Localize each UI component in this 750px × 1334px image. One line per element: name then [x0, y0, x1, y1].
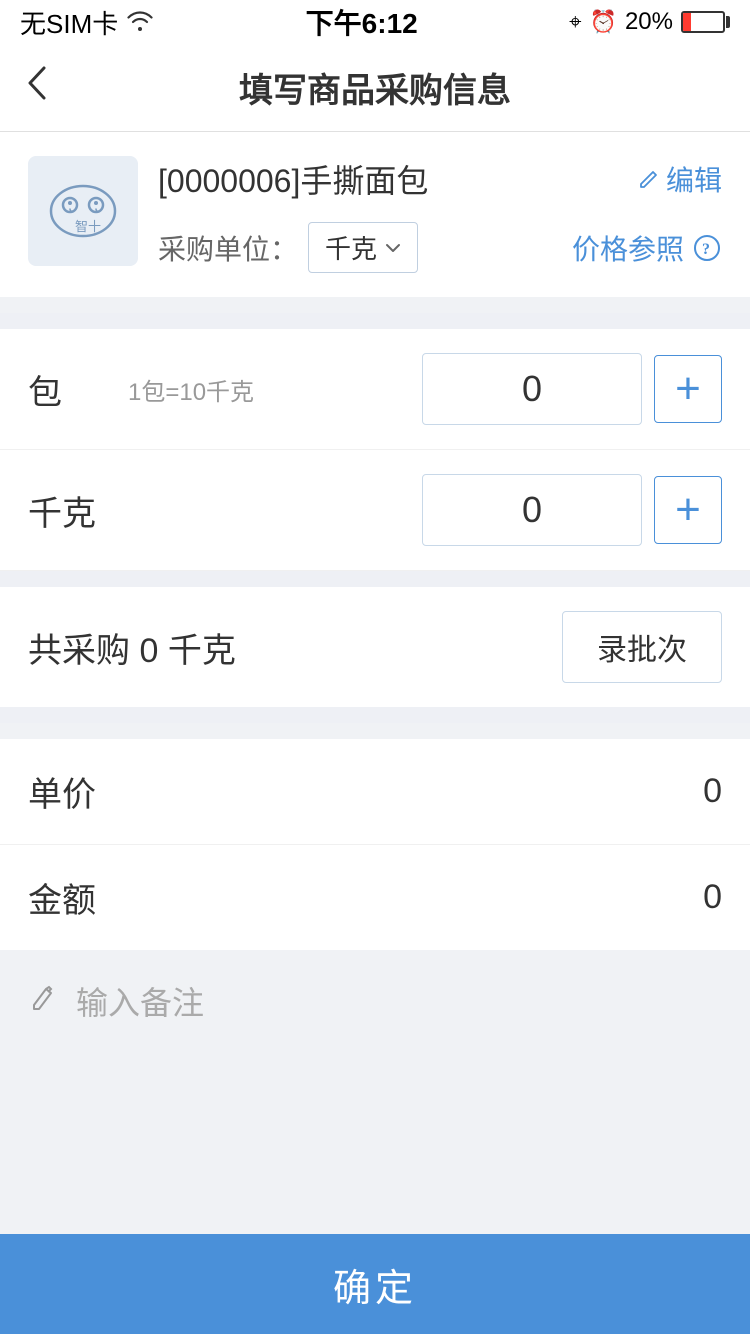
input-row-bao: 包 1包=10千克 0 +: [0, 329, 750, 450]
separator-1: [0, 313, 750, 329]
input-row-kg: 千克 0 +: [0, 450, 750, 571]
separator-2: [0, 571, 750, 587]
price-label-unit: 单价: [28, 767, 96, 816]
alarm-icon: ⏰: [590, 9, 617, 35]
nav-bar: 填写商品采购信息: [0, 44, 750, 132]
price-label-amount: 金额: [28, 873, 96, 922]
battery-icon: [681, 11, 730, 33]
price-value-unit: 0: [703, 772, 722, 811]
svg-text:?: ?: [702, 241, 710, 258]
price-row-unit: 单价 0: [0, 739, 750, 845]
product-unit-row: 采购单位： 千克 价格参照 ?: [158, 222, 722, 273]
total-row: 共采购 0 千克 录批次: [0, 587, 750, 707]
unit-select[interactable]: 千克: [308, 222, 418, 273]
separator-3: [0, 707, 750, 723]
carrier-label: 无SIM卡: [20, 4, 118, 41]
edit-button[interactable]: 编辑: [638, 159, 722, 199]
product-info: [0000006]手撕面包 编辑 采购单位： 千克 价格参照: [158, 156, 722, 273]
price-section: 单价 0 金额 0: [0, 739, 750, 950]
product-image: 智十: [28, 156, 138, 266]
remark-section[interactable]: 输入备注: [0, 950, 750, 1052]
status-time: 下午6:12: [306, 2, 418, 42]
input-wrap-kg: 0 +: [422, 474, 722, 546]
number-input-kg[interactable]: 0: [422, 474, 642, 546]
battery-percent: 20%: [625, 8, 673, 36]
status-left: 无SIM卡: [20, 4, 154, 41]
product-section: 智十 [0000006]手撕面包 编辑 采购单位： 千克: [0, 132, 750, 297]
product-name: [0000006]手撕面包: [158, 156, 428, 202]
label-kg: 千克: [28, 486, 108, 535]
svg-text:智十: 智十: [75, 219, 101, 234]
status-right: ⌖ ⏰ 20%: [569, 8, 730, 36]
number-input-bao[interactable]: 0: [422, 353, 642, 425]
location-icon: ⌖: [569, 9, 581, 35]
page-title: 填写商品采购信息: [239, 63, 511, 112]
product-header: [0000006]手撕面包 编辑: [158, 156, 722, 202]
back-button[interactable]: [24, 64, 48, 112]
pencil-icon: [28, 981, 60, 1021]
input-section: 包 1包=10千克 0 + 千克 0 +: [0, 329, 750, 571]
label-bao: 包: [28, 365, 108, 414]
wifi-icon: [126, 7, 154, 38]
product-logo: 智十: [48, 181, 118, 241]
sublabel-bao: 1包=10千克: [128, 372, 402, 407]
input-wrap-bao: 0 +: [422, 353, 722, 425]
batch-button[interactable]: 录批次: [562, 611, 722, 683]
plus-button-bao[interactable]: +: [654, 355, 722, 423]
price-ref-button[interactable]: 价格参照 ?: [572, 228, 722, 268]
price-value-amount: 0: [703, 878, 722, 917]
status-bar: 无SIM卡 下午6:12 ⌖ ⏰ 20%: [0, 0, 750, 44]
price-row-amount: 金额 0: [0, 845, 750, 950]
unit-label: 采购单位：: [158, 228, 298, 268]
remark-placeholder: 输入备注: [76, 978, 204, 1024]
total-text: 共采购 0 千克: [28, 623, 236, 672]
plus-button-kg[interactable]: +: [654, 476, 722, 544]
confirm-button[interactable]: 确定: [0, 1234, 750, 1334]
